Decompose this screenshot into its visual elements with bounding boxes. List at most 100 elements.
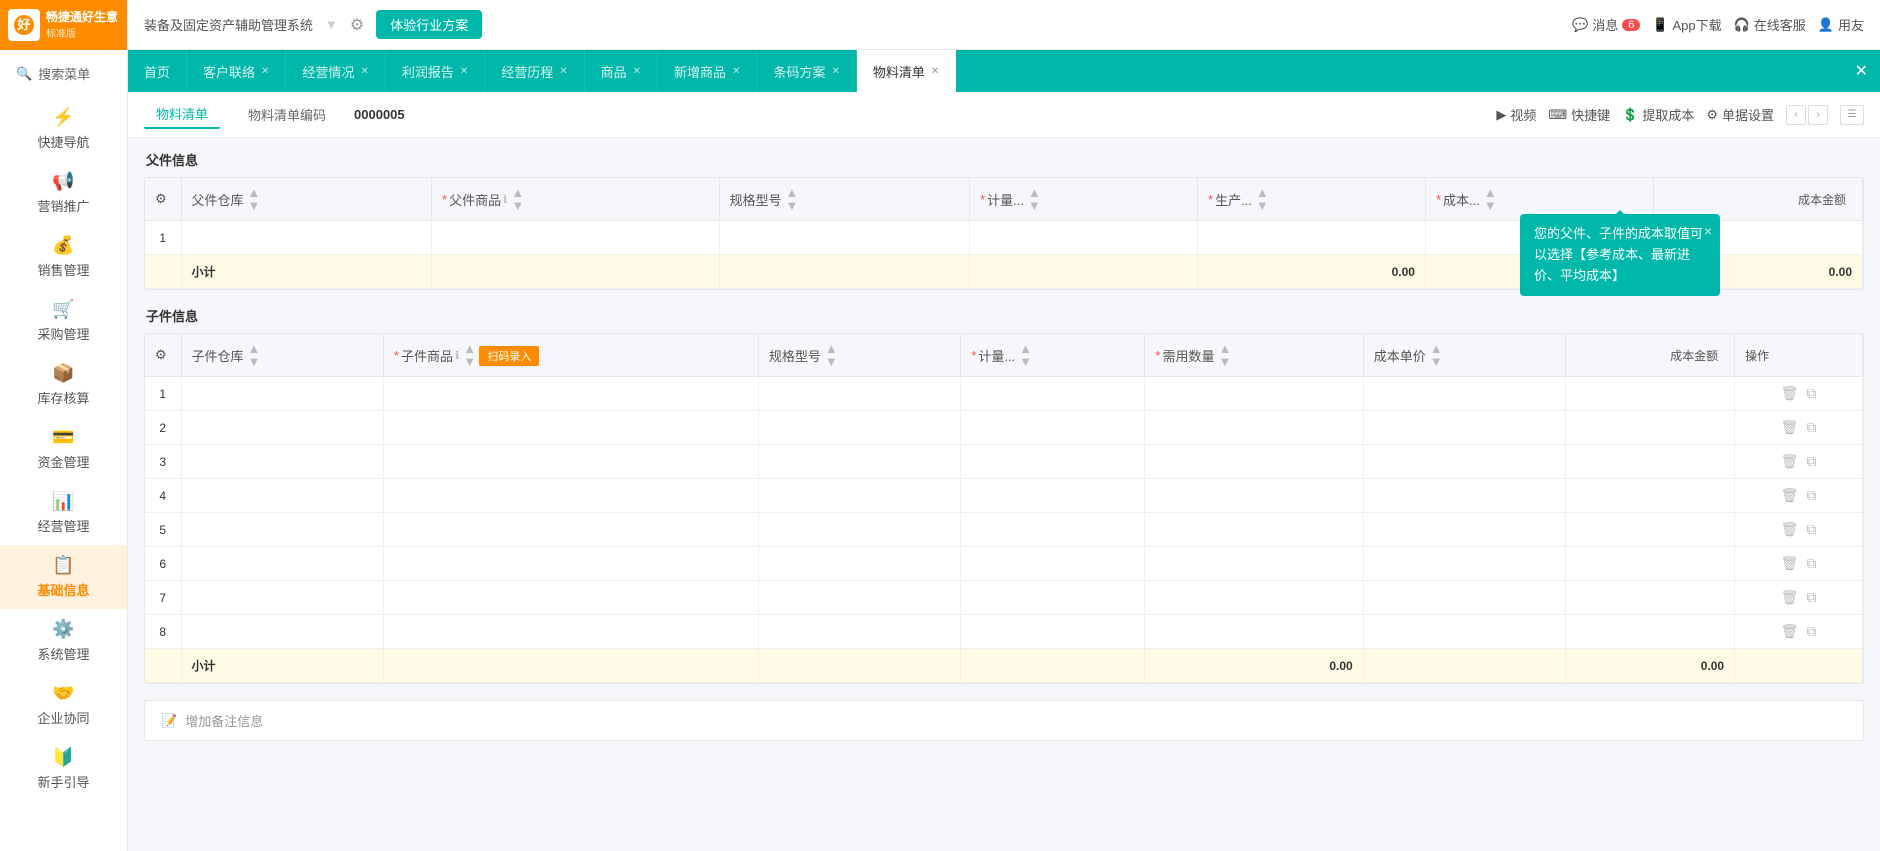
child-cell-product-4[interactable] [383,479,758,513]
child-cell-quantity-4[interactable] [1145,479,1363,513]
tab-customer[interactable]: 客户联络 ✕ [187,50,286,92]
tab-operations-close[interactable]: ✕ [360,66,368,77]
user-btn[interactable]: 👤 用友 [1818,15,1864,34]
child-cell-quantity-2[interactable] [1145,411,1363,445]
child-cell-spec-1[interactable] [758,377,960,411]
child-cell-unit-2[interactable] [961,411,1145,445]
child-cell-unit-price-1[interactable] [1363,377,1565,411]
child-cell-unit-price-2[interactable] [1363,411,1565,445]
delete-icon-7[interactable]: 🗑 [1781,589,1799,606]
child-cell-spec-2[interactable] [758,411,960,445]
child-cell-warehouse-4[interactable] [181,479,383,513]
child-cell-spec-6[interactable] [758,547,960,581]
delete-icon-1[interactable]: 🗑 [1781,385,1799,402]
copy-icon-2[interactable]: ⧉ [1806,419,1816,436]
child-cell-unit-5[interactable] [961,513,1145,547]
tooltip-close-btn[interactable]: × [1704,220,1712,242]
parent-th-settings[interactable]: ⚙ [145,178,181,221]
child-cell-product-8[interactable] [383,615,758,649]
child-cell-quantity-6[interactable] [1145,547,1363,581]
parent-cell-production[interactable] [1198,221,1426,255]
subheader-tab-bom-list[interactable]: 物料清单 [144,100,220,129]
cost-btn[interactable]: 💲 提取成本 [1622,105,1694,124]
settings-btn[interactable]: ⚙ 单据设置 [1706,105,1774,124]
next-btn[interactable]: › [1808,105,1828,125]
child-cell-unit-price-5[interactable] [1363,513,1565,547]
message-btn[interactable]: 💬 消息 6 [1572,15,1640,34]
sidebar-search[interactable]: 🔍 搜索菜单 [0,50,127,97]
trial-btn[interactable]: 体验行业方案 [376,10,482,39]
sidebar-item-purchase[interactable]: 🛒 采购管理 [0,289,127,353]
app-download-btn[interactable]: 📱 App下载 [1652,15,1721,34]
online-service-btn[interactable]: 🎧 在线客服 [1734,15,1806,34]
child-cell-quantity-5[interactable] [1145,513,1363,547]
gear-icon[interactable]: ⚙ [350,15,364,35]
tab-home[interactable]: 首页 [128,50,187,92]
child-cell-unit-4[interactable] [961,479,1145,513]
sidebar-item-inventory[interactable]: 📦 库存核算 [0,353,127,417]
tab-goods-close[interactable]: ✕ [633,66,641,77]
tab-history-close[interactable]: ✕ [559,66,567,77]
tab-barcode[interactable]: 条码方案 ✕ [757,50,856,92]
sidebar-item-marketing[interactable]: 📢 营销推广 [0,161,127,225]
tab-operations[interactable]: 经营情况 ✕ [286,50,385,92]
prev-btn[interactable]: ‹ [1786,105,1806,125]
child-cell-spec-7[interactable] [758,581,960,615]
sidebar-item-finance[interactable]: 💳 资金管理 [0,417,127,481]
child-cell-unit-7[interactable] [961,581,1145,615]
child-cell-spec-3[interactable] [758,445,960,479]
child-cell-quantity-3[interactable] [1145,445,1363,479]
copy-icon-3[interactable]: ⧉ [1806,453,1816,470]
child-cell-product-1[interactable] [383,377,758,411]
delete-icon-2[interactable]: 🗑 [1781,419,1799,436]
sidebar-item-system[interactable]: ⚙️ 系统管理 [0,609,127,673]
delete-icon-3[interactable]: 🗑 [1781,453,1799,470]
child-cell-warehouse-2[interactable] [181,411,383,445]
delete-icon-5[interactable]: 🗑 [1781,521,1799,538]
sidebar-item-basic-info[interactable]: 📋 基础信息 [0,545,127,609]
copy-icon-1[interactable]: ⧉ [1806,385,1816,402]
sidebar-item-sales[interactable]: 💰 销售管理 [0,225,127,289]
copy-icon-8[interactable]: ⧉ [1806,623,1816,640]
child-cell-product-2[interactable] [383,411,758,445]
child-cell-unit-price-4[interactable] [1363,479,1565,513]
tab-bom-close[interactable]: ✕ [931,66,939,77]
child-cell-unit-price-6[interactable] [1363,547,1565,581]
tab-bom[interactable]: 物料清单 ✕ [857,50,956,92]
tab-new-goods[interactable]: 新增商品 ✕ [658,50,757,92]
tab-history[interactable]: 经营历程 ✕ [485,50,584,92]
child-cell-quantity-7[interactable] [1145,581,1363,615]
tab-customer-close[interactable]: ✕ [261,66,269,77]
close-all-btn[interactable]: ✕ [1843,61,1880,81]
child-cell-unit-8[interactable] [961,615,1145,649]
child-cell-unit-6[interactable] [961,547,1145,581]
child-cell-unit-price-8[interactable] [1363,615,1565,649]
shortcut-btn[interactable]: ⌨ 快捷键 [1548,105,1610,124]
child-cell-warehouse-3[interactable] [181,445,383,479]
child-cell-product-6[interactable] [383,547,758,581]
copy-icon-7[interactable]: ⧉ [1806,589,1816,606]
delete-icon-4[interactable]: 🗑 [1781,487,1799,504]
menu-btn[interactable]: ☰ [1840,105,1864,125]
copy-icon-5[interactable]: ⧉ [1806,521,1816,538]
sidebar-item-quick-nav[interactable]: ⚡ 快捷导航 [0,97,127,161]
child-cell-warehouse-1[interactable] [181,377,383,411]
child-cell-warehouse-5[interactable] [181,513,383,547]
tab-goods[interactable]: 商品 ✕ [585,50,658,92]
tab-profit-close[interactable]: ✕ [460,66,468,77]
child-cell-warehouse-6[interactable] [181,547,383,581]
parent-cell-warehouse[interactable] [181,221,432,255]
view-video-btn[interactable]: ▶ 视频 [1496,105,1536,124]
parent-cell-product[interactable] [432,221,719,255]
child-cell-unit-1[interactable] [961,377,1145,411]
child-cell-unit-price-3[interactable] [1363,445,1565,479]
subheader-tab-bom-code[interactable]: 物料清单编码 [236,101,338,128]
sidebar-item-guide[interactable]: 🔰 新手引导 [0,737,127,801]
child-cell-spec-4[interactable] [758,479,960,513]
sidebar-item-cooperation[interactable]: 🤝 企业协同 [0,673,127,737]
child-cell-spec-5[interactable] [758,513,960,547]
child-cell-spec-8[interactable] [758,615,960,649]
sidebar-item-operations[interactable]: 📊 经营管理 [0,481,127,545]
child-cell-quantity-1[interactable] [1145,377,1363,411]
child-th-settings[interactable]: ⚙ [145,334,181,377]
